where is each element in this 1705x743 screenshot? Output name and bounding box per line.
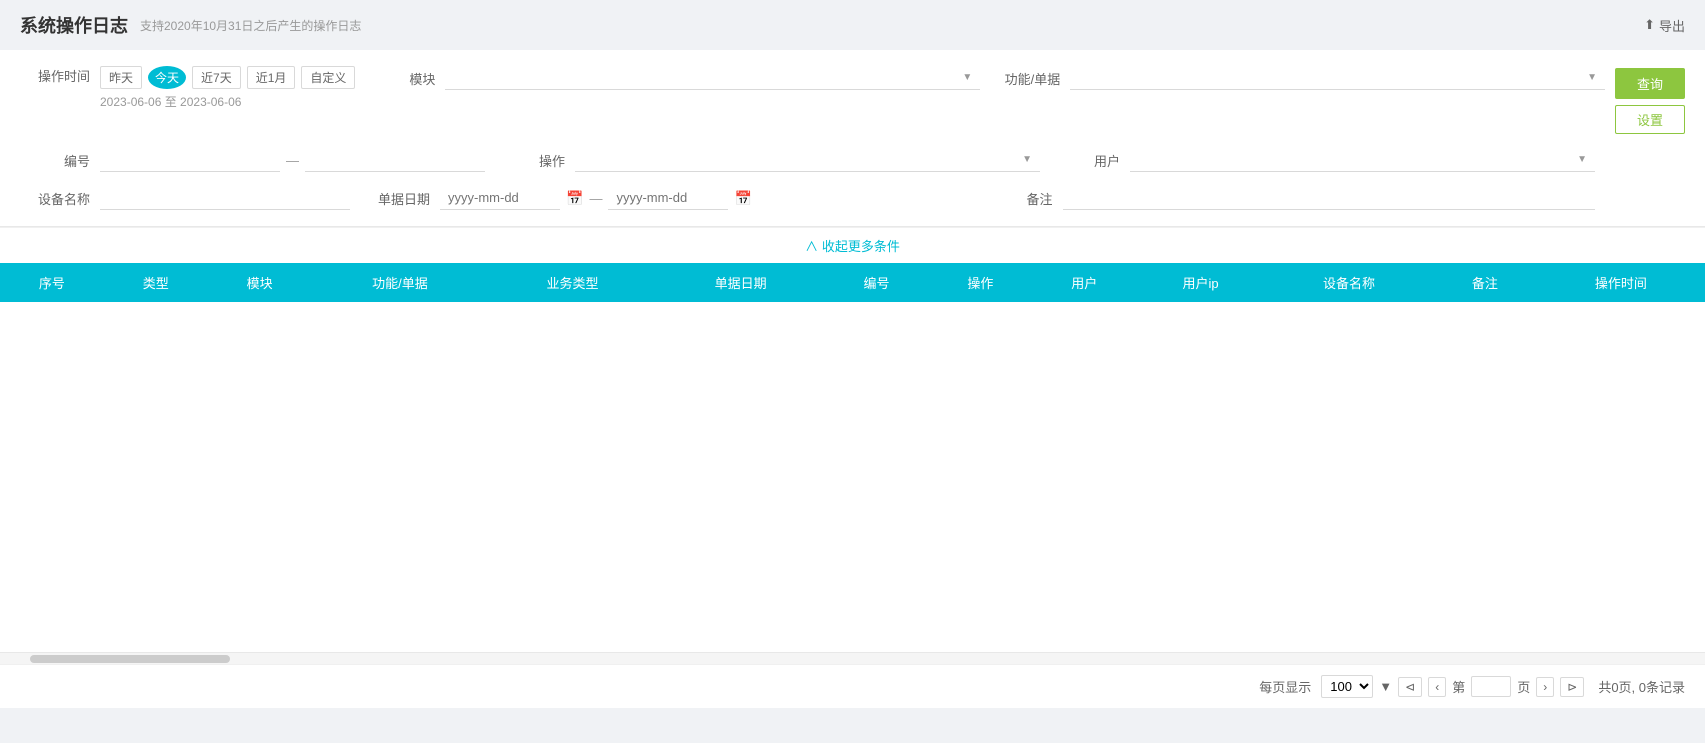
time-btn-custom[interactable]: 自定义 <box>301 66 355 89</box>
user-input[interactable] <box>1138 152 1577 167</box>
export-button[interactable]: ⬆ 导出 <box>1644 16 1685 35</box>
col-number: 编号 <box>825 263 929 302</box>
col-function: 功能/单据 <box>311 263 488 302</box>
function-chevron-icon: ▼ <box>1587 72 1597 83</box>
remark-filter-group: 备注 <box>983 186 1596 210</box>
date-dash: — <box>589 191 602 206</box>
filter-section: 操作时间 昨天 今天 近7天 近1月 自定义 2023-06-06 至 2023… <box>0 50 1705 227</box>
col-user: 用户 <box>1032 263 1136 302</box>
remark-input[interactable] <box>1063 186 1596 210</box>
page-title: 系统操作日志 <box>20 12 128 38</box>
page-header: 系统操作日志 支持2020年10月31日之后产生的操作日志 ⬆ 导出 <box>0 0 1705 50</box>
operation-filter-group: 操作 ▼ <box>495 148 1040 172</box>
query-button[interactable]: 查询 <box>1615 68 1685 99</box>
prev-page-button[interactable]: ‹ <box>1428 677 1446 697</box>
data-table: 序号 类型 模块 功能/单据 业务类型 单据日期 编号 操作 用户 用户ip 设… <box>0 263 1705 652</box>
col-user-ip: 用户ip <box>1136 263 1265 302</box>
collapse-bar[interactable]: ∧ 收起更多条件 <box>0 227 1705 263</box>
col-biz-type: 业务类型 <box>488 263 656 302</box>
operation-select[interactable]: ▼ <box>575 148 1040 172</box>
module-chevron-icon: ▼ <box>962 72 972 83</box>
col-date: 单据日期 <box>657 263 825 302</box>
calendar-to-icon[interactable]: 📅 <box>734 190 751 207</box>
time-btn-1month[interactable]: 近1月 <box>247 66 296 89</box>
settings-button[interactable]: 设置 <box>1615 105 1685 134</box>
export-icon: ⬆ <box>1644 17 1655 33</box>
table-header: 序号 类型 模块 功能/单据 业务类型 单据日期 编号 操作 用户 用户ip 设… <box>0 263 1705 302</box>
module-input[interactable] <box>453 70 962 85</box>
number-label: 编号 <box>20 151 90 170</box>
per-page-select[interactable]: 100 50 200 <box>1321 675 1373 698</box>
next-page-button[interactable]: › <box>1536 677 1554 697</box>
time-label: 操作时间 <box>20 66 90 85</box>
date-to-input[interactable] <box>608 186 728 210</box>
calendar-from-icon[interactable]: 📅 <box>566 190 583 207</box>
date-filter-group: 单据日期 📅 — 📅 <box>360 186 973 210</box>
number-dash: — <box>286 153 299 168</box>
page-label: 第 <box>1452 677 1465 696</box>
number-filter-group: 编号 — <box>20 148 485 172</box>
per-page-chevron-icon: ▼ <box>1379 679 1392 694</box>
col-index: 序号 <box>0 263 104 302</box>
function-label: 功能/单据 <box>990 69 1060 88</box>
pagination: 每页显示 100 50 200 ▼ ⊲ ‹ 第 1 页 › ⊳ 共0页, 0条记… <box>0 664 1705 708</box>
last-page-button[interactable]: ⊳ <box>1560 677 1584 697</box>
remark-label: 备注 <box>983 189 1053 208</box>
time-btn-7days[interactable]: 近7天 <box>192 66 241 89</box>
device-label: 设备名称 <box>20 189 90 208</box>
operation-chevron-icon: ▼ <box>1022 154 1032 165</box>
module-select[interactable]: ▼ <box>445 66 980 90</box>
user-filter-group: 用户 ▼ <box>1050 148 1595 172</box>
time-btn-yesterday[interactable]: 昨天 <box>100 66 142 89</box>
device-filter-group: 设备名称 <box>20 186 350 210</box>
time-filter-group: 操作时间 昨天 今天 近7天 近1月 自定义 2023-06-06 至 2023… <box>20 66 355 110</box>
function-filter-group: 功能/单据 ▼ <box>990 66 1605 90</box>
user-select[interactable]: ▼ <box>1130 148 1595 172</box>
col-device: 设备名称 <box>1265 263 1433 302</box>
time-btn-today[interactable]: 今天 <box>148 66 186 89</box>
current-page-input[interactable]: 1 <box>1471 676 1511 697</box>
col-type: 类型 <box>104 263 208 302</box>
page-subtitle: 支持2020年10月31日之后产生的操作日志 <box>140 17 361 34</box>
number-to-input[interactable] <box>305 148 485 172</box>
device-input[interactable] <box>100 186 350 210</box>
header-left: 系统操作日志 支持2020年10月31日之后产生的操作日志 <box>20 12 361 38</box>
table-container: 序号 类型 模块 功能/单据 业务类型 单据日期 编号 操作 用户 用户ip 设… <box>0 263 1705 652</box>
user-label: 用户 <box>1050 151 1120 170</box>
col-operation: 操作 <box>928 263 1032 302</box>
per-page-label: 每页显示 <box>1259 677 1311 696</box>
function-select[interactable]: ▼ <box>1070 66 1605 90</box>
function-input[interactable] <box>1078 70 1587 85</box>
number-from-input[interactable] <box>100 148 280 172</box>
time-controls: 昨天 今天 近7天 近1月 自定义 2023-06-06 至 2023-06-0… <box>100 66 355 110</box>
operation-input[interactable] <box>583 152 1022 167</box>
date-label: 单据日期 <box>360 189 430 208</box>
scrollbar-thumb[interactable] <box>30 655 230 663</box>
header-row: 序号 类型 模块 功能/单据 业务类型 单据日期 编号 操作 用户 用户ip 设… <box>0 263 1705 302</box>
action-buttons: 查询 设置 <box>1615 66 1685 134</box>
table-body <box>0 302 1705 652</box>
first-page-button[interactable]: ⊲ <box>1398 677 1422 697</box>
col-module: 模块 <box>208 263 312 302</box>
number-range: — <box>100 148 485 172</box>
time-range-text: 2023-06-06 至 2023-06-06 <box>100 93 355 110</box>
user-chevron-icon: ▼ <box>1577 154 1587 165</box>
total-info: 共0页, 0条记录 <box>1598 677 1685 696</box>
collapse-chevron-icon: ∧ <box>805 239 818 254</box>
module-label: 模块 <box>365 69 435 88</box>
col-time: 操作时间 <box>1537 263 1705 302</box>
page-unit: 页 <box>1517 677 1530 696</box>
empty-area <box>0 302 1705 652</box>
date-from-input[interactable] <box>440 186 560 210</box>
col-remark: 备注 <box>1433 263 1537 302</box>
module-filter-group: 模块 ▼ <box>365 66 980 90</box>
date-range: 📅 — 📅 <box>440 186 752 210</box>
collapse-label: 收起更多条件 <box>822 239 900 254</box>
scrollbar-area[interactable] <box>0 652 1705 664</box>
time-buttons: 昨天 今天 近7天 近1月 自定义 <box>100 66 355 89</box>
empty-row <box>0 302 1705 652</box>
operation-label: 操作 <box>495 151 565 170</box>
